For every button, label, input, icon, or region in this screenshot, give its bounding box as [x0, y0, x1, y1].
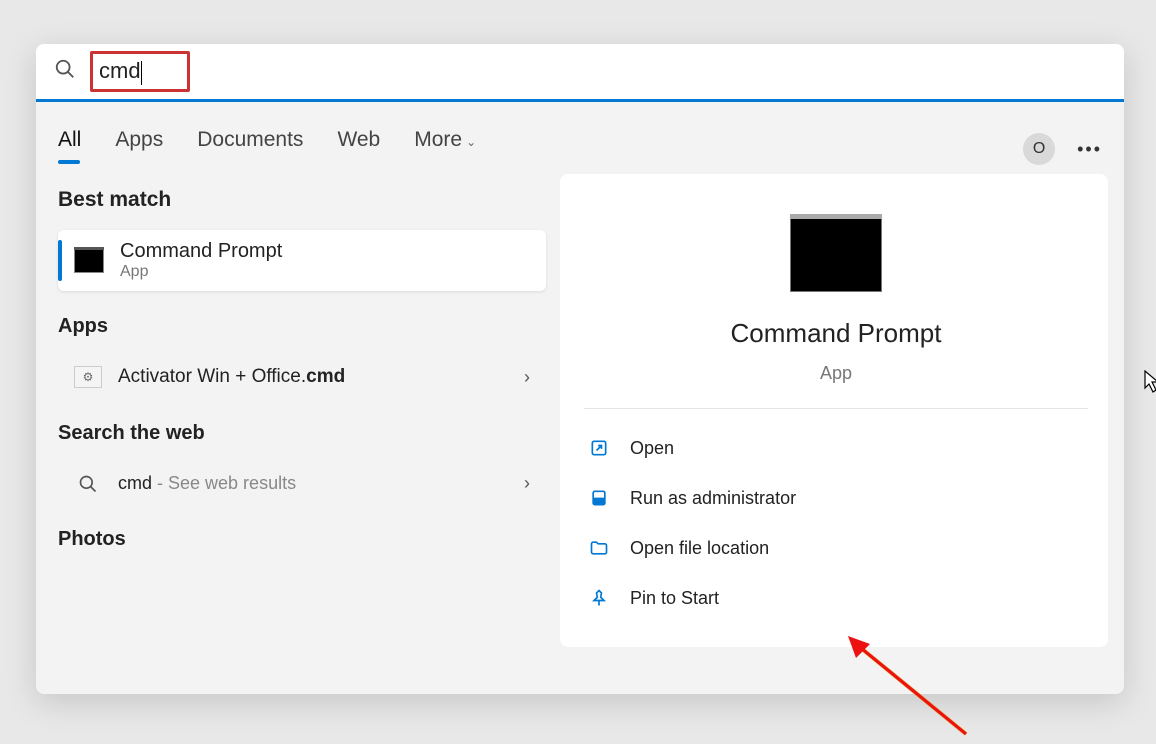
section-photos: Photos — [58, 528, 546, 551]
result-subtitle: App — [120, 263, 530, 281]
search-icon — [54, 58, 76, 85]
folder-icon — [588, 537, 610, 559]
search-panel: cmd All Apps Documents Web More⌄ O ••• B… — [36, 44, 1124, 694]
tab-documents[interactable]: Documents — [197, 128, 303, 170]
overflow-menu-icon[interactable]: ••• — [1077, 139, 1102, 160]
tabs-row: All Apps Documents Web More⌄ O ••• — [36, 102, 1124, 170]
result-activator[interactable]: ⚙ Activator Win + Office.cmd › — [58, 356, 546, 398]
results-column: Best match Command Prompt App Apps ⚙ Act… — [36, 174, 552, 663]
command-prompt-icon — [790, 218, 882, 292]
section-best-match: Best match — [58, 188, 546, 212]
action-open-file-location[interactable]: Open file location — [584, 527, 1088, 569]
tab-apps[interactable]: Apps — [115, 128, 163, 170]
result-title: Activator Win + Office.cmd — [118, 366, 508, 388]
settings-file-icon: ⚙ — [74, 366, 102, 388]
action-run-as-admin[interactable]: Run as administrator — [584, 477, 1088, 519]
action-open[interactable]: Open — [584, 427, 1088, 469]
open-icon — [588, 437, 610, 459]
preview-title: Command Prompt — [731, 318, 942, 349]
command-prompt-icon — [74, 249, 104, 273]
cursor-icon — [1144, 370, 1156, 394]
search-bar: cmd — [36, 44, 1124, 102]
chevron-right-icon: › — [524, 367, 530, 388]
action-pin-to-start[interactable]: Pin to Start — [584, 577, 1088, 619]
preview-subtitle: App — [820, 363, 852, 384]
section-apps: Apps — [58, 315, 546, 338]
section-web: Search the web — [58, 422, 546, 445]
tab-more[interactable]: More⌄ — [414, 128, 476, 170]
chevron-right-icon: › — [524, 473, 530, 494]
action-list: Open Run as administrator Open file loca… — [584, 409, 1088, 637]
preview-pane: Command Prompt App Open Run as administr… — [560, 174, 1108, 647]
result-web-cmd[interactable]: cmd - See web results › — [58, 463, 546, 504]
pin-icon — [588, 587, 610, 609]
search-icon — [74, 474, 102, 494]
result-command-prompt[interactable]: Command Prompt App — [58, 230, 546, 291]
result-title: cmd - See web results — [118, 473, 508, 494]
search-input[interactable]: cmd — [99, 58, 141, 83]
tab-web[interactable]: Web — [337, 128, 380, 170]
shield-icon — [588, 487, 610, 509]
result-title: Command Prompt — [120, 240, 530, 263]
chevron-down-icon: ⌄ — [466, 135, 476, 149]
tab-all[interactable]: All — [58, 128, 81, 170]
search-input-highlight: cmd — [90, 51, 190, 93]
user-avatar[interactable]: O — [1023, 133, 1055, 165]
